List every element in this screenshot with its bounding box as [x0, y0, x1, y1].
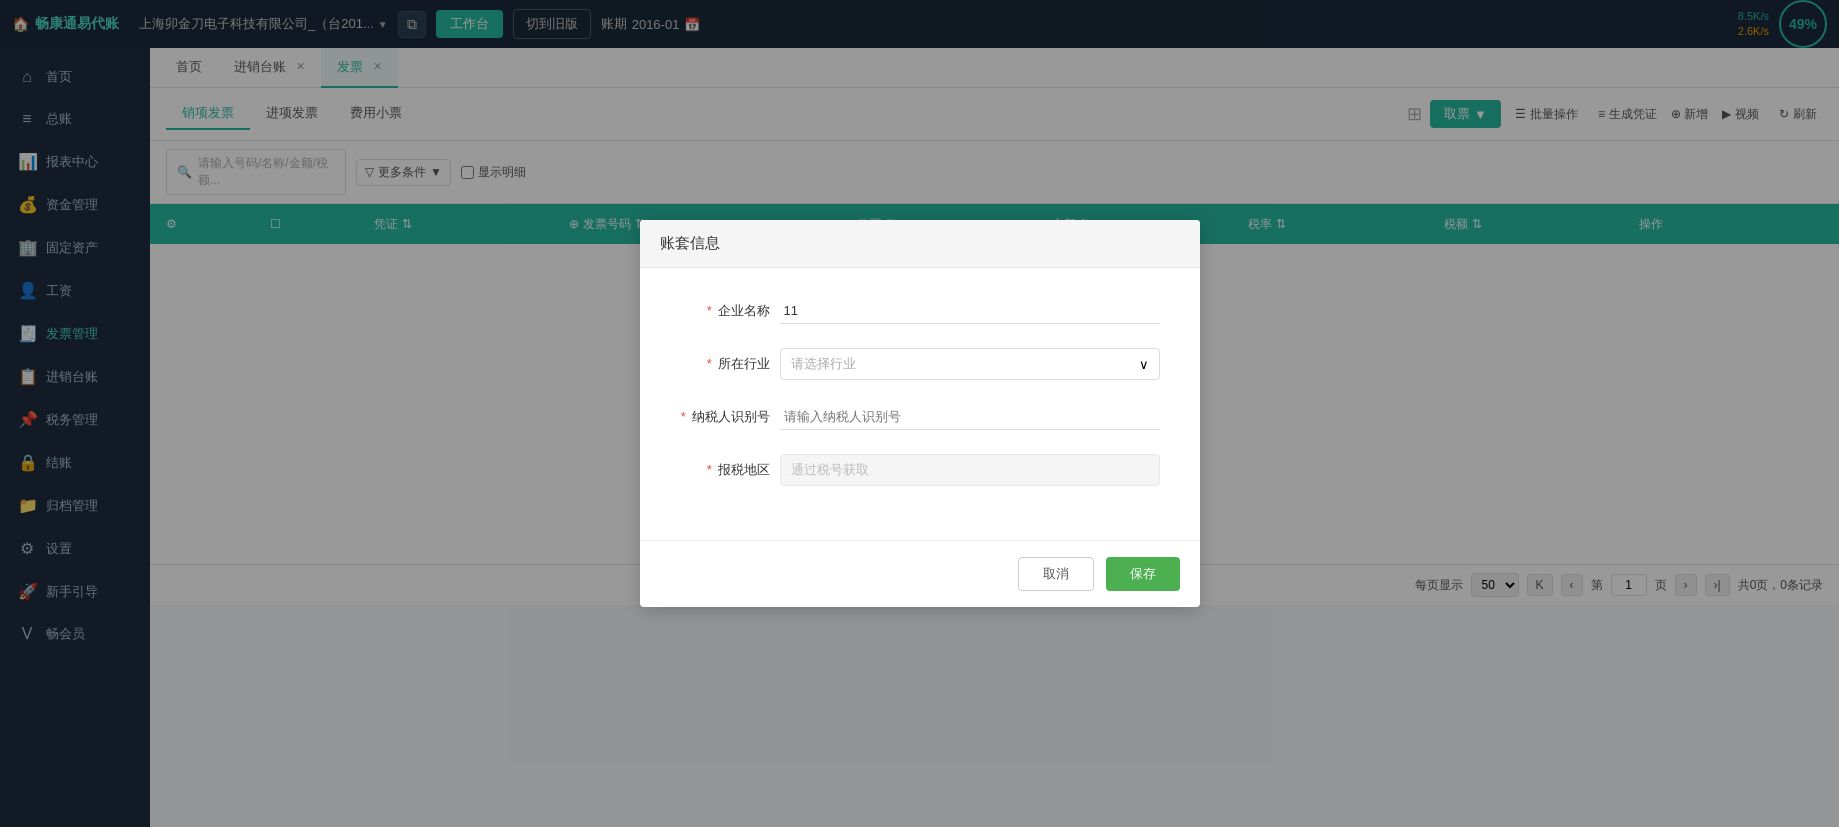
dialog-footer: 取消 保存 [640, 540, 1200, 607]
cancel-button[interactable]: 取消 [1018, 557, 1094, 591]
tax-region-display: 通过税号获取 [780, 454, 1160, 486]
industry-select[interactable]: 请选择行业 ∨ [780, 348, 1160, 380]
industry-label: * 所在行业 [680, 355, 780, 373]
required-star-2: * [707, 356, 712, 371]
industry-placeholder: 请选择行业 [791, 355, 856, 373]
form-row-company: * 企业名称 [680, 298, 1160, 324]
save-button[interactable]: 保存 [1106, 557, 1180, 591]
required-star-4: * [707, 462, 712, 477]
company-name-label: * 企业名称 [680, 302, 780, 320]
dialog-title: 账套信息 [640, 220, 1200, 268]
industry-chevron-icon: ∨ [1139, 357, 1149, 372]
tax-id-input[interactable] [780, 404, 1160, 430]
dialog-overlay: 账套信息 * 企业名称 * 所在行业 请选择行业 ∨ [0, 0, 1839, 827]
tax-region-label: * 报税地区 [680, 461, 780, 479]
form-row-industry: * 所在行业 请选择行业 ∨ [680, 348, 1160, 380]
dialog-body: * 企业名称 * 所在行业 请选择行业 ∨ * [640, 268, 1200, 540]
form-row-tax-id: * 纳税人识别号 [680, 404, 1160, 430]
account-info-dialog: 账套信息 * 企业名称 * 所在行业 请选择行业 ∨ [640, 220, 1200, 607]
form-row-tax-region: * 报税地区 通过税号获取 [680, 454, 1160, 486]
required-star-3: * [681, 409, 686, 424]
company-name-input[interactable] [780, 298, 1160, 324]
tax-id-label: * 纳税人识别号 [680, 408, 780, 426]
required-star: * [707, 303, 712, 318]
